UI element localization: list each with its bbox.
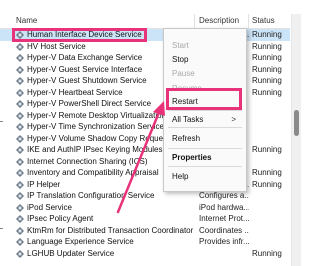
menu-separator	[168, 110, 242, 111]
service-status: Running	[252, 64, 282, 74]
menu-item-all-tasks[interactable]: All Tasks	[172, 115, 203, 124]
service-status: Running	[252, 145, 282, 154]
service-gear-icon	[16, 226, 24, 235]
service-gear-icon	[16, 88, 24, 97]
scrollbar-thumb[interactable]	[294, 110, 299, 136]
service-gear-icon	[16, 42, 24, 51]
service-row[interactable]: Language Experience Service Provides infr…	[0, 236, 290, 248]
service-row[interactable]: IPsec Policy Agent Internet Prot...	[0, 213, 290, 225]
menu-separator	[168, 127, 242, 128]
service-gear-icon	[16, 157, 24, 166]
column-header: Name Description Status	[0, 14, 290, 29]
left-edge-mark	[0, 121, 3, 122]
service-gear-icon	[16, 77, 24, 85]
service-description: iPod hardwa...	[199, 202, 249, 212]
service-status: Running	[252, 87, 282, 97]
service-gear-icon	[16, 169, 24, 177]
service-gear-icon	[16, 134, 24, 143]
left-edge-mark	[0, 228, 3, 229]
restart-highlight-box	[166, 88, 242, 110]
service-gear-icon	[16, 203, 24, 212]
service-status: Running	[252, 53, 282, 62]
service-row[interactable]: KtmRm for Distributed Transaction Coordi…	[0, 225, 290, 237]
service-gear-icon	[16, 111, 24, 120]
service-gear-icon	[16, 192, 24, 200]
menu-item-properties[interactable]: Properties	[172, 153, 212, 162]
top-strip	[0, 0, 300, 14]
service-status: Running	[252, 179, 282, 189]
menu-separator	[168, 166, 242, 167]
service-name: Hyper-V Guest Shutdown Service	[27, 76, 147, 85]
service-gear-icon	[16, 123, 24, 131]
service-name: Hyper-V Guest Service Interface	[27, 64, 143, 74]
service-name: Hyper-V Remote Desktop Virtualization	[27, 110, 167, 120]
service-name: IPsec Policy Agent	[27, 214, 94, 223]
service-name: KtmRm for Distributed Transaction Coordi…	[27, 225, 194, 235]
service-gear-icon	[16, 65, 24, 74]
service-name: LGHUB Updater Service	[27, 248, 115, 258]
service-gear-icon	[16, 215, 24, 223]
service-name: IKE and AuthIP IPsec Keying Modules	[27, 145, 163, 154]
service-name: Hyper-V Volume Shadow Copy Requestor	[27, 133, 177, 143]
service-gear-icon	[16, 146, 24, 154]
services-window: Name Description Status Human Interface …	[0, 0, 301, 266]
service-status: Running	[252, 248, 282, 258]
service-description: Coordinates ...	[199, 225, 249, 235]
service-name: HV Host Service	[27, 41, 86, 51]
menu-item-help[interactable]: Help	[172, 172, 188, 181]
submenu-arrow-icon: >	[231, 115, 236, 124]
service-name: Hyper-V Time Synchronization Service	[27, 122, 164, 131]
service-status: Running	[252, 76, 282, 85]
service-status: Running	[252, 30, 282, 39]
service-row[interactable]: LGHUB Updater Service Running	[0, 248, 290, 260]
service-gear-icon	[16, 100, 24, 108]
service-name: Language Experience Service	[27, 237, 134, 246]
service-status: Running	[252, 168, 282, 177]
service-name: Hyper-V Heartbeat Service	[27, 87, 123, 97]
column-description-header[interactable]: Description	[199, 16, 239, 25]
service-name: Hyper-V PowerShell Direct Service	[27, 99, 152, 108]
service-highlight-box	[12, 28, 147, 42]
menu-separator	[168, 148, 242, 149]
column-divider[interactable]	[248, 14, 249, 28]
menu-item-stop[interactable]: Stop	[172, 55, 188, 64]
service-gear-icon	[16, 249, 24, 258]
context-menu: Start Stop Pause Resume Restart All Task…	[163, 28, 247, 192]
service-gear-icon	[16, 238, 24, 246]
service-status: Running	[252, 41, 282, 51]
service-name: Inventory and Compatibility Appraisal	[27, 168, 159, 177]
menu-item-refresh[interactable]: Refresh	[172, 134, 200, 143]
service-name: iPod Service	[27, 202, 72, 212]
vertical-scrollbar[interactable]	[291, 14, 301, 266]
service-description: Provides infr...	[199, 237, 249, 246]
service-name: IP Translation Configuration Service	[27, 191, 155, 200]
service-description: Internet Prot...	[199, 214, 249, 223]
service-gear-icon	[16, 180, 24, 189]
menu-item-start[interactable]: Start	[172, 41, 189, 50]
service-name: Internet Connection Sharing (ICS)	[27, 156, 148, 166]
service-row[interactable]: iPod Service iPod hardwa...	[0, 202, 290, 214]
column-name-header[interactable]: Name	[16, 16, 37, 25]
service-name: Hyper-V Data Exchange Service	[27, 53, 143, 62]
service-name: IP Helper	[27, 179, 61, 189]
service-description: Configures a...	[199, 191, 249, 200]
menu-item-pause[interactable]: Pause	[172, 69, 195, 78]
service-gear-icon	[16, 54, 24, 62]
column-status-header[interactable]: Status	[252, 16, 275, 25]
column-divider[interactable]	[194, 14, 195, 28]
